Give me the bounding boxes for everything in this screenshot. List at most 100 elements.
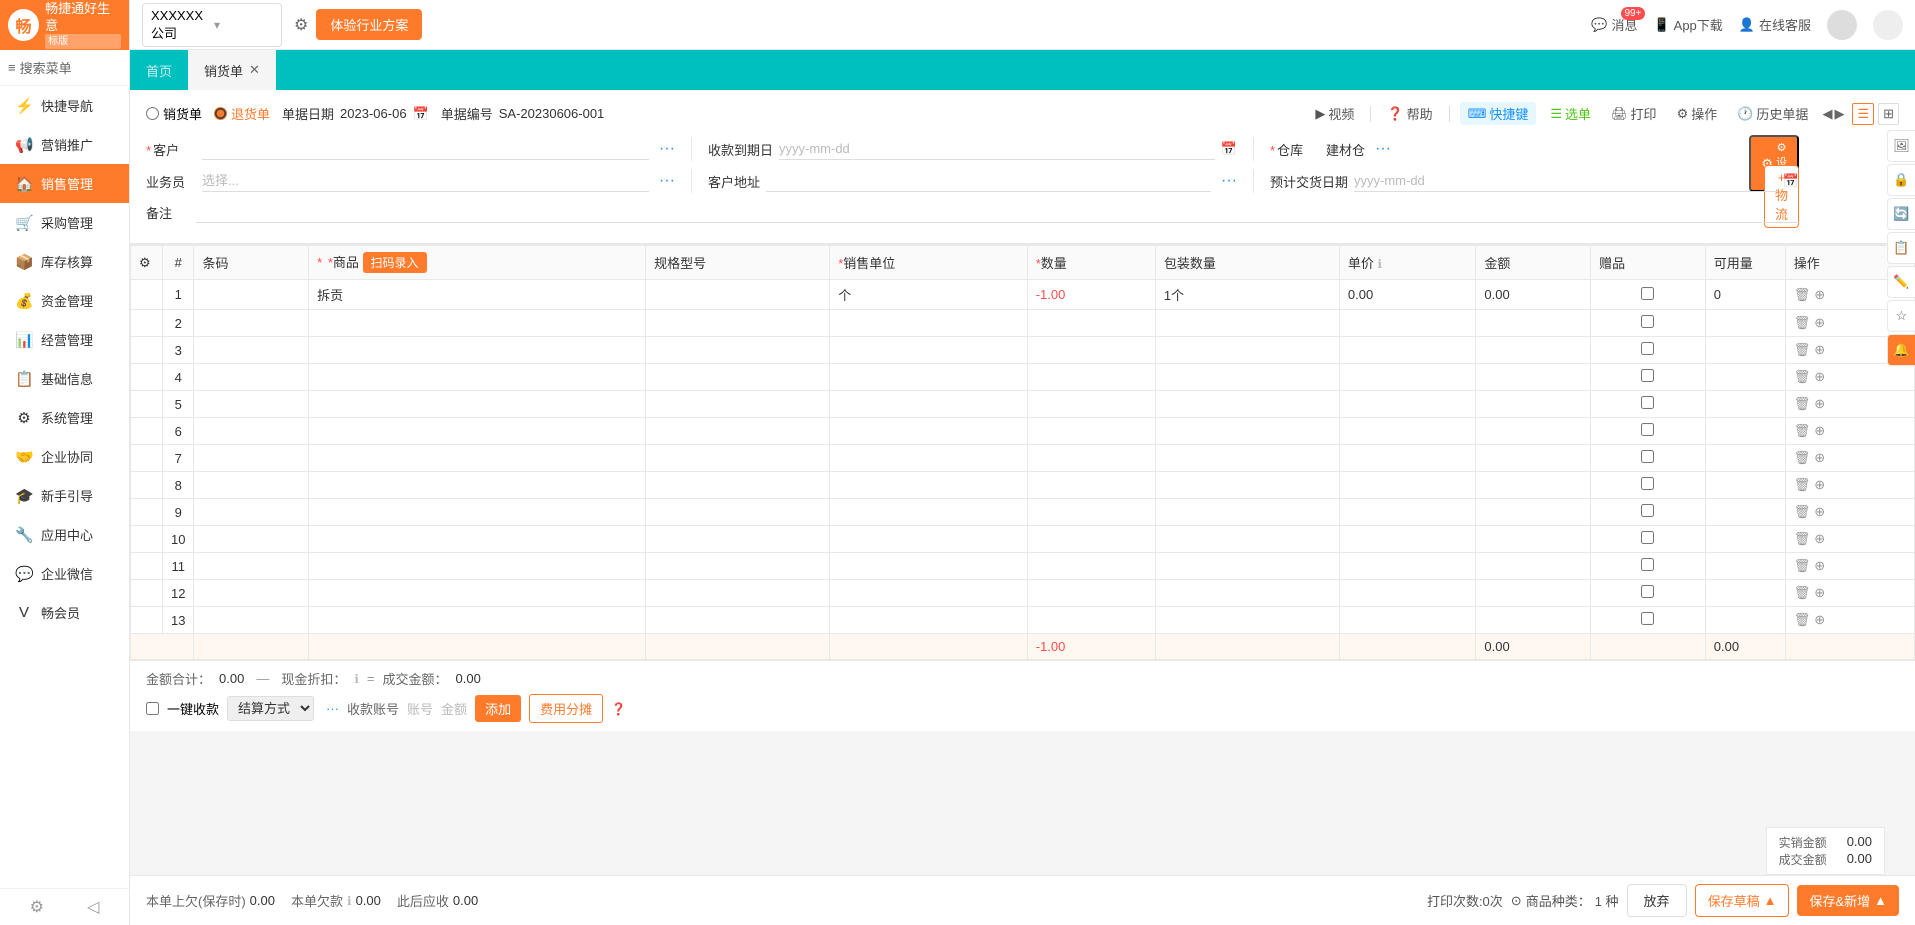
row-pack-qty[interactable]	[1155, 553, 1339, 580]
row-quantity[interactable]	[1027, 337, 1155, 364]
side-image-btn[interactable]: 🖼	[1887, 130, 1915, 162]
row-spec[interactable]	[646, 499, 830, 526]
row-spec[interactable]	[646, 445, 830, 472]
row-unit-price[interactable]	[1339, 418, 1475, 445]
side-edit-btn[interactable]: ✏️	[1887, 266, 1915, 298]
row-product[interactable]: 拆贡	[309, 280, 646, 310]
row-spec[interactable]	[646, 607, 830, 634]
fee-button[interactable]: 费用分摊	[529, 694, 603, 723]
delete-icon[interactable]: 🗑	[1794, 315, 1811, 331]
copy-icon[interactable]: ⊕	[1814, 287, 1825, 303]
remark-input[interactable]	[196, 201, 1799, 223]
print-btn[interactable]: 🖨 打印	[1605, 102, 1663, 125]
tab-home[interactable]: 首页	[130, 50, 188, 90]
row-gift[interactable]	[1591, 310, 1706, 337]
row-gift[interactable]	[1591, 418, 1706, 445]
due-date-cal-icon[interactable]: 📅	[1221, 141, 1237, 157]
row-amount[interactable]	[1476, 337, 1591, 364]
delete-icon[interactable]: 🗑	[1794, 504, 1811, 520]
row-spec[interactable]	[646, 553, 830, 580]
account-dots[interactable]: ···	[326, 701, 339, 716]
expected-cal-icon[interactable]: 📅	[1783, 173, 1799, 189]
sidebar-item-basic-info[interactable]: 📋 基础信息	[0, 359, 129, 398]
row-barcode[interactable]	[194, 280, 309, 310]
list-view-btn[interactable]: ☰	[1852, 103, 1874, 125]
delete-icon[interactable]: 🗑	[1794, 612, 1811, 628]
row-barcode[interactable]	[194, 499, 309, 526]
sidebar-item-marketing[interactable]: 📢 营销推广	[0, 125, 129, 164]
row-gift[interactable]	[1591, 526, 1706, 553]
row-gift[interactable]	[1591, 445, 1706, 472]
row-unit[interactable]	[830, 391, 1028, 418]
side-refresh-btn[interactable]: 🔄	[1887, 198, 1915, 230]
row-quantity[interactable]	[1027, 310, 1155, 337]
row-unit[interactable]	[830, 418, 1028, 445]
row-barcode[interactable]	[194, 553, 309, 580]
row-quantity[interactable]	[1027, 526, 1155, 553]
side-star-btn[interactable]: ☆	[1887, 300, 1915, 332]
row-unit[interactable]	[830, 526, 1028, 553]
row-pack-qty[interactable]	[1155, 580, 1339, 607]
gift-checkbox[interactable]	[1641, 558, 1654, 571]
row-barcode[interactable]	[194, 337, 309, 364]
add-button[interactable]: 添加	[475, 695, 521, 722]
row-amount[interactable]	[1476, 391, 1591, 418]
col-settings[interactable]: ⚙	[131, 246, 163, 280]
radio-return-input[interactable]	[214, 107, 227, 120]
row-spec[interactable]	[646, 310, 830, 337]
delete-icon[interactable]: 🗑	[1794, 396, 1811, 412]
gift-checkbox[interactable]	[1641, 504, 1654, 517]
row-quantity[interactable]	[1027, 472, 1155, 499]
sidebar-item-sales[interactable]: 🏠 销售管理	[0, 164, 129, 203]
gift-checkbox[interactable]	[1641, 450, 1654, 463]
trial-button[interactable]: 体验行业方案	[316, 9, 422, 40]
copy-icon[interactable]: ⊕	[1814, 369, 1825, 385]
copy-icon[interactable]: ⊕	[1814, 585, 1825, 601]
gift-checkbox[interactable]	[1641, 396, 1654, 409]
row-quantity[interactable]	[1027, 364, 1155, 391]
row-product[interactable]	[309, 472, 646, 499]
row-spec[interactable]	[646, 391, 830, 418]
gift-checkbox[interactable]	[1641, 423, 1654, 436]
copy-icon[interactable]: ⊕	[1814, 342, 1825, 358]
message-btn[interactable]: 💬 消息 99+	[1591, 15, 1637, 34]
next-arrow[interactable]: ▶	[1834, 106, 1844, 122]
row-unit[interactable]	[830, 337, 1028, 364]
row-pack-qty[interactable]: 1个	[1155, 280, 1339, 310]
row-gift[interactable]	[1591, 280, 1706, 310]
sidebar-search[interactable]: ≡ 搜索菜单	[0, 50, 129, 86]
sidebar-item-inventory[interactable]: 📦 库存核算	[0, 242, 129, 281]
row-pack-qty[interactable]	[1155, 418, 1339, 445]
date-value[interactable]: 2023-06-06	[340, 106, 407, 121]
row-barcode[interactable]	[194, 445, 309, 472]
row-gift[interactable]	[1591, 553, 1706, 580]
row-barcode[interactable]	[194, 607, 309, 634]
row-unit-price[interactable]	[1339, 553, 1475, 580]
select-btn[interactable]: ☰ 选单	[1544, 102, 1597, 125]
calendar-icon[interactable]: 📅	[413, 106, 429, 122]
row-unit-price[interactable]	[1339, 499, 1475, 526]
gift-checkbox[interactable]	[1641, 342, 1654, 355]
copy-icon[interactable]: ⊕	[1814, 504, 1825, 520]
history-btn[interactable]: 🕐 历史单据	[1731, 102, 1814, 125]
delete-icon[interactable]: 🗑	[1794, 450, 1811, 466]
row-pack-qty[interactable]	[1155, 526, 1339, 553]
row-amount[interactable]	[1476, 445, 1591, 472]
row-amount[interactable]	[1476, 364, 1591, 391]
settings-gear-icon[interactable]: ⚙	[30, 897, 44, 917]
row-unit[interactable]	[830, 472, 1028, 499]
row-gift[interactable]	[1591, 499, 1706, 526]
row-pack-qty[interactable]	[1155, 310, 1339, 337]
radio-sale-input[interactable]	[146, 107, 159, 120]
sidebar-item-app-center[interactable]: 🔧 应用中心	[0, 515, 129, 554]
copy-icon[interactable]: ⊕	[1814, 450, 1825, 466]
customer-input[interactable]	[202, 138, 649, 160]
save-draft-button[interactable]: 保存草稿 ▲	[1695, 884, 1790, 917]
customer-select-icon[interactable]: ···	[659, 140, 675, 158]
row-quantity[interactable]	[1027, 418, 1155, 445]
shortcut-btn[interactable]: ⌨ 快捷键	[1460, 102, 1537, 125]
sidebar-item-wechat[interactable]: 💬 企业微信	[0, 554, 129, 593]
delete-icon[interactable]: 🗑	[1794, 369, 1811, 385]
due-date-input[interactable]	[779, 138, 1215, 160]
row-gift[interactable]	[1591, 337, 1706, 364]
